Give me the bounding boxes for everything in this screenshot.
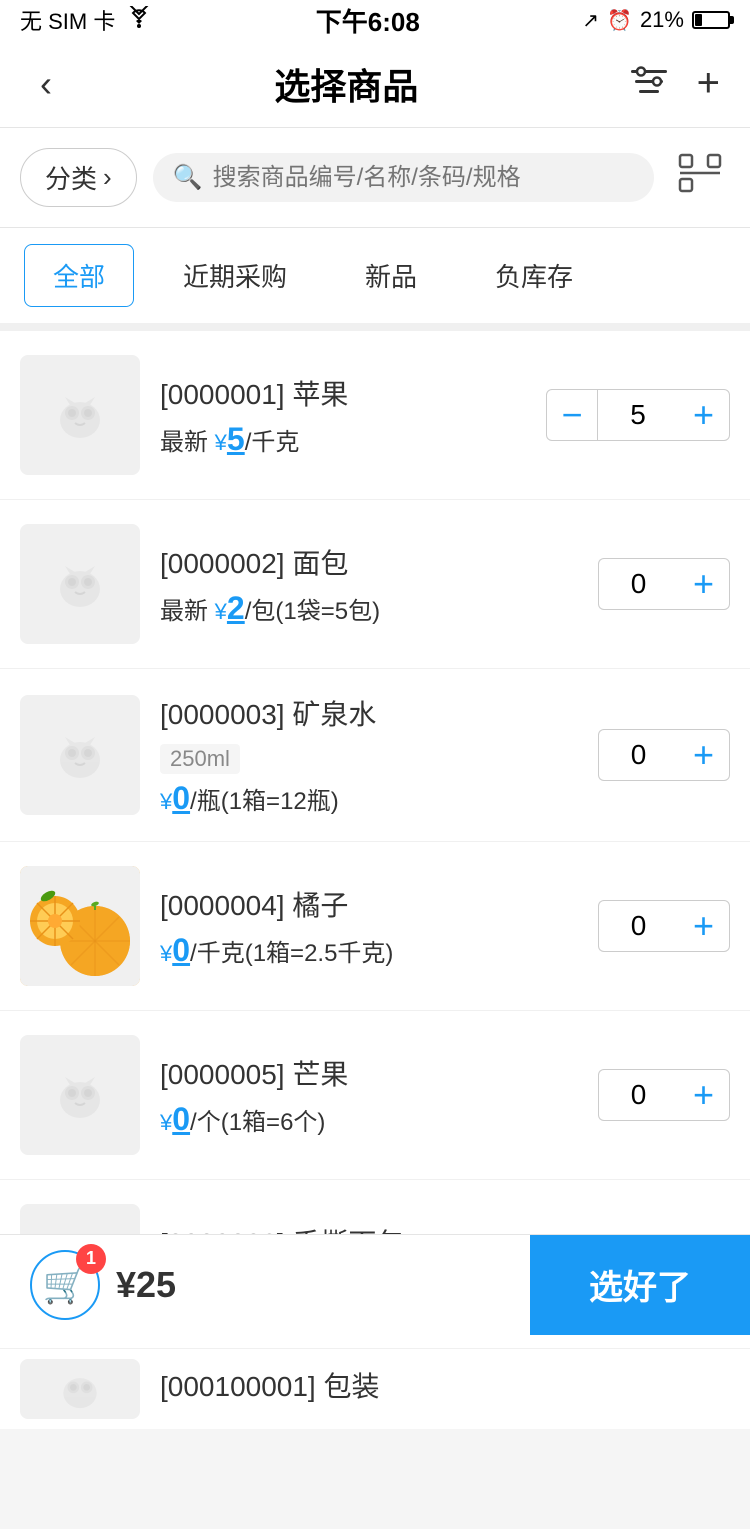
product-name: [0000002] 面包 bbox=[160, 542, 578, 582]
quantity-control: + bbox=[598, 1069, 730, 1121]
carrier-label: 无 SIM 卡 bbox=[20, 4, 115, 36]
product-price: ¥0/个(1箱=6个) bbox=[160, 1101, 578, 1138]
product-info: [0000004] 橘子 ¥0/千克(1箱=2.5千克) bbox=[160, 884, 578, 969]
product-thumbnail bbox=[20, 355, 140, 475]
quantity-input[interactable] bbox=[598, 729, 678, 781]
search-section: 分类 › 🔍 bbox=[0, 128, 750, 228]
status-time: 下午6:08 bbox=[316, 2, 420, 39]
quantity-increase-button[interactable]: + bbox=[678, 558, 730, 610]
tab-recent[interactable]: 近期采购 bbox=[154, 244, 316, 307]
product-info: [0000002] 面包 最新 ¥2/包(1袋=5包) bbox=[160, 542, 578, 627]
tab-new[interactable]: 新品 bbox=[336, 244, 446, 307]
cart-button[interactable]: 🛒 1 bbox=[30, 1250, 100, 1320]
category-label: 分类 bbox=[45, 159, 97, 196]
battery-icon bbox=[692, 11, 730, 29]
quantity-control: + bbox=[598, 558, 730, 610]
quantity-input[interactable] bbox=[598, 900, 678, 952]
product-thumbnail bbox=[20, 1035, 140, 1155]
quantity-control: + bbox=[598, 900, 730, 952]
product-price: 最新 ¥2/包(1袋=5包) bbox=[160, 590, 578, 627]
category-button[interactable]: 分类 › bbox=[20, 148, 137, 207]
tabs-section: 全部 近期采购 新品 负库存 bbox=[0, 228, 750, 331]
alarm-icon: ⏰ bbox=[607, 8, 632, 33]
quantity-input[interactable] bbox=[598, 389, 678, 441]
status-right: ↗ ⏰ 21% bbox=[582, 7, 730, 33]
quantity-input[interactable] bbox=[598, 1069, 678, 1121]
product-name: [0000003] 矿泉水 bbox=[160, 693, 578, 733]
cart-section: 🛒 1 ¥25 bbox=[0, 1250, 530, 1320]
search-icon: 🔍 bbox=[173, 163, 203, 192]
filter-icon[interactable] bbox=[631, 63, 667, 105]
list-item: [000100001] 包装 bbox=[0, 1349, 750, 1429]
nav-bar: ‹ 选择商品 + bbox=[0, 40, 750, 128]
quantity-increase-button[interactable]: + bbox=[678, 1069, 730, 1121]
list-item: [0000005] 芒果 ¥0/个(1箱=6个) + bbox=[0, 1011, 750, 1180]
product-info: [000100001] 包装 bbox=[160, 1365, 730, 1413]
quantity-control: − + bbox=[546, 389, 730, 441]
product-info: [0000005] 芒果 ¥0/个(1箱=6个) bbox=[160, 1053, 578, 1138]
product-thumbnail bbox=[20, 695, 140, 815]
wifi-icon bbox=[125, 6, 153, 34]
quantity-increase-button[interactable]: + bbox=[678, 729, 730, 781]
product-spec: 250ml bbox=[160, 744, 240, 774]
product-name: [000100001] 包装 bbox=[160, 1365, 730, 1405]
cart-badge: 1 bbox=[76, 1244, 106, 1274]
battery-percent: 21% bbox=[640, 7, 684, 33]
search-input-wrap: 🔍 bbox=[153, 153, 654, 202]
quantity-increase-button[interactable]: + bbox=[678, 389, 730, 441]
list-item: [0000004] 橘子 ¥0/千克(1箱=2.5千克) + bbox=[0, 842, 750, 1011]
list-item: [0000002] 面包 最新 ¥2/包(1袋=5包) + bbox=[0, 500, 750, 669]
status-bar: 无 SIM 卡 下午6:08 ↗ ⏰ 21% bbox=[0, 0, 750, 40]
list-item: [0000003] 矿泉水 250ml ¥0/瓶(1箱=12瓶) + bbox=[0, 669, 750, 842]
location-icon: ↗ bbox=[582, 8, 599, 33]
status-left: 无 SIM 卡 bbox=[20, 4, 153, 36]
category-chevron-icon: › bbox=[103, 162, 112, 193]
product-thumbnail bbox=[20, 866, 140, 986]
product-name: [0000004] 橘子 bbox=[160, 884, 578, 924]
tab-negative[interactable]: 负库存 bbox=[466, 244, 602, 307]
cart-total: ¥25 bbox=[116, 1264, 176, 1306]
list-item: [0000001] 苹果 最新 ¥5/千克 − + bbox=[0, 331, 750, 500]
product-name: [0000005] 芒果 bbox=[160, 1053, 578, 1093]
scan-button[interactable] bbox=[670, 149, 730, 206]
product-info: [0000003] 矿泉水 250ml ¥0/瓶(1箱=12瓶) bbox=[160, 693, 578, 817]
product-thumbnail bbox=[20, 524, 140, 644]
quantity-increase-button[interactable]: + bbox=[678, 900, 730, 952]
search-input[interactable] bbox=[213, 164, 634, 192]
tab-all[interactable]: 全部 bbox=[24, 244, 134, 307]
quantity-control: + bbox=[598, 729, 730, 781]
product-price: 最新 ¥5/千克 bbox=[160, 421, 526, 458]
product-thumbnail bbox=[20, 1359, 140, 1419]
quantity-decrease-button[interactable]: − bbox=[546, 389, 598, 441]
bottom-bar: 🛒 1 ¥25 选好了 bbox=[0, 1234, 750, 1334]
page-title: 选择商品 bbox=[62, 58, 631, 110]
product-info: [0000001] 苹果 最新 ¥5/千克 bbox=[160, 373, 526, 458]
confirm-button[interactable]: 选好了 bbox=[530, 1235, 750, 1335]
product-name: [0000001] 苹果 bbox=[160, 373, 526, 413]
quantity-input[interactable] bbox=[598, 558, 678, 610]
nav-right-actions: + bbox=[631, 61, 720, 106]
add-button[interactable]: + bbox=[697, 61, 720, 106]
product-price: ¥0/瓶(1箱=12瓶) bbox=[160, 780, 578, 817]
back-button[interactable]: ‹ bbox=[30, 53, 62, 115]
product-price: ¥0/千克(1箱=2.5千克) bbox=[160, 932, 578, 969]
